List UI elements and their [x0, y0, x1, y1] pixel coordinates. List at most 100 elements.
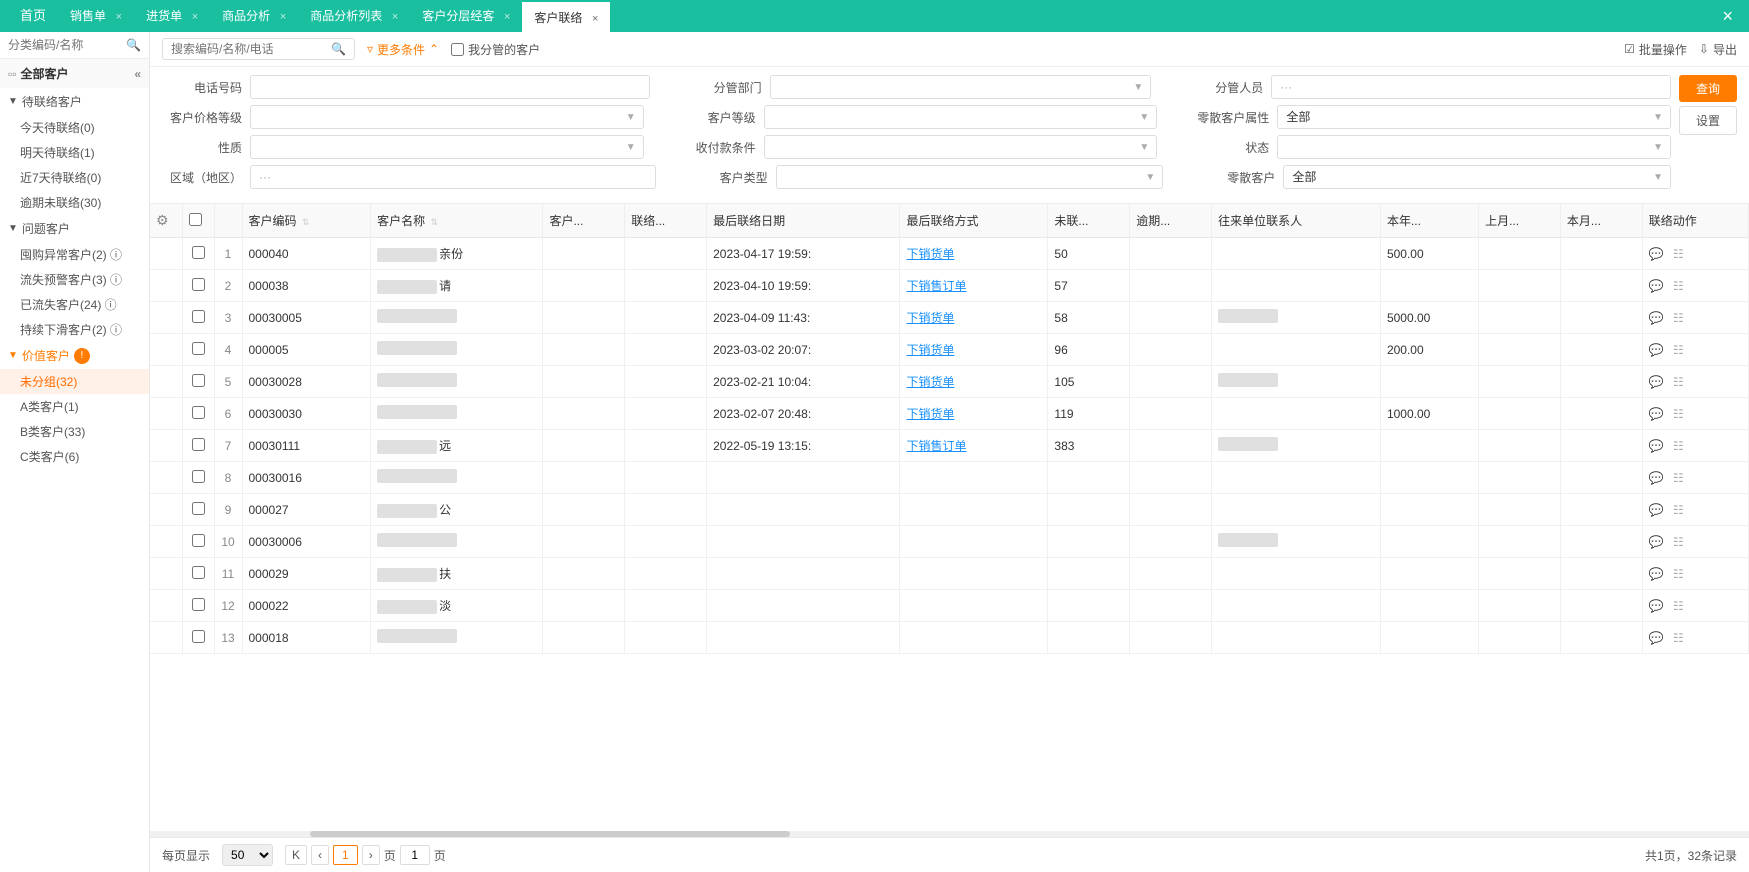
- sidebar-item-churned[interactable]: 已流失客户(24) ⓘ: [0, 292, 149, 317]
- close-tab-analysis-list-icon[interactable]: ×: [392, 11, 398, 23]
- batch-op-button[interactable]: ☑ 批量操作: [1624, 41, 1687, 58]
- nav-home[interactable]: 首页: [8, 0, 58, 32]
- phone-input[interactable]: [250, 75, 650, 99]
- more-conditions-button[interactable]: ▿ 更多条件 ⌃: [367, 41, 439, 58]
- nav-tab-purchase[interactable]: 进货单 ×: [134, 0, 210, 32]
- retail-attr-select[interactable]: 全部: [1277, 105, 1671, 129]
- window-close-button[interactable]: ×: [1714, 6, 1741, 27]
- row-checkbox[interactable]: [192, 470, 205, 483]
- sidebar-group-problem[interactable]: ▼ 问题客户: [0, 215, 149, 242]
- select-all-checkbox[interactable]: [189, 213, 202, 226]
- sidebar-item-overdue[interactable]: 逾期未联络(30): [0, 190, 149, 215]
- sidebar-item-today[interactable]: 今天待联络(0): [0, 115, 149, 140]
- close-tab-customer-segment-icon[interactable]: ×: [504, 11, 510, 23]
- my-customers-filter[interactable]: 我分管的客户: [451, 41, 540, 58]
- chat-icon[interactable]: 💬: [1649, 279, 1664, 293]
- reset-button[interactable]: 设置: [1679, 106, 1737, 135]
- chat-icon[interactable]: 💬: [1649, 599, 1664, 613]
- page-first-button[interactable]: K: [285, 845, 307, 865]
- sidebar-item-churn-warning[interactable]: 流失预警客户(3) ⓘ: [0, 267, 149, 292]
- nav-tab-sales[interactable]: 销售单 ×: [58, 0, 134, 32]
- payment-select[interactable]: [764, 135, 1158, 159]
- row-checkbox[interactable]: [192, 598, 205, 611]
- row-checkbox[interactable]: [192, 630, 205, 643]
- chat-icon[interactable]: 💬: [1649, 439, 1664, 453]
- close-tab-customer-contact-icon[interactable]: ×: [592, 13, 598, 25]
- cell-last-month: [1479, 590, 1561, 622]
- row-checkbox[interactable]: [192, 438, 205, 451]
- sidebar-group-value[interactable]: ▼ 价值客户 !: [0, 342, 149, 369]
- page-jump-input[interactable]: [400, 845, 430, 865]
- status-select[interactable]: [1277, 135, 1671, 159]
- row-checkbox[interactable]: [192, 278, 205, 291]
- export-button[interactable]: ⇩ 导出: [1699, 41, 1737, 58]
- nature-select[interactable]: [250, 135, 644, 159]
- my-customers-checkbox[interactable]: [451, 43, 464, 56]
- grid-action-icon[interactable]: ☷: [1673, 343, 1684, 357]
- chat-icon[interactable]: 💬: [1649, 567, 1664, 581]
- page-size-select[interactable]: 5020100: [222, 844, 273, 866]
- sidebar-item-class-a[interactable]: A类客户(1): [0, 394, 149, 419]
- chat-icon[interactable]: 💬: [1649, 503, 1664, 517]
- sidebar-all-customers[interactable]: ▫▫ 全部客户 «: [0, 59, 149, 88]
- search-input[interactable]: [171, 42, 331, 56]
- grid-action-icon[interactable]: ☷: [1673, 375, 1684, 389]
- row-checkbox[interactable]: [192, 566, 205, 579]
- row-checkbox[interactable]: [192, 246, 205, 259]
- grid-action-icon[interactable]: ☷: [1673, 503, 1684, 517]
- sidebar-item-7days[interactable]: 近7天待联络(0): [0, 165, 149, 190]
- grade-select[interactable]: [764, 105, 1158, 129]
- dept-select[interactable]: [770, 75, 1152, 99]
- cell-action: 💬 ☷: [1642, 238, 1748, 270]
- row-checkbox[interactable]: [192, 406, 205, 419]
- nav-tab-analysis-list[interactable]: 商品分析列表 ×: [298, 0, 410, 32]
- region-dots-button[interactable]: ···: [250, 165, 656, 189]
- chat-icon[interactable]: 💬: [1649, 375, 1664, 389]
- grid-action-icon[interactable]: ☷: [1673, 311, 1684, 325]
- page-next-button[interactable]: ›: [362, 845, 380, 865]
- chat-icon[interactable]: 💬: [1649, 311, 1664, 325]
- sidebar-search-input[interactable]: [8, 38, 122, 52]
- chat-icon[interactable]: 💬: [1649, 343, 1664, 357]
- grid-action-icon[interactable]: ☷: [1673, 279, 1684, 293]
- row-checkbox[interactable]: [192, 374, 205, 387]
- price-grade-select[interactable]: [250, 105, 644, 129]
- chat-icon[interactable]: 💬: [1649, 407, 1664, 421]
- grid-action-icon[interactable]: ☷: [1673, 471, 1684, 485]
- customer-type-select[interactable]: [776, 165, 1164, 189]
- grid-action-icon[interactable]: ☷: [1673, 567, 1684, 581]
- sidebar-item-class-c[interactable]: C类客户(6): [0, 444, 149, 469]
- person-dots-button[interactable]: ···: [1271, 75, 1671, 99]
- nav-tab-analysis[interactable]: 商品分析 ×: [210, 0, 298, 32]
- close-tab-sales-icon[interactable]: ×: [116, 11, 122, 23]
- grid-action-icon[interactable]: ☷: [1673, 599, 1684, 613]
- sidebar-item-hoarding[interactable]: 囤购异常客户(2) ⓘ: [0, 242, 149, 267]
- row-checkbox[interactable]: [192, 310, 205, 323]
- grid-action-icon[interactable]: ☷: [1673, 407, 1684, 421]
- grid-action-icon[interactable]: ☷: [1673, 439, 1684, 453]
- close-tab-purchase-icon[interactable]: ×: [192, 11, 198, 23]
- grid-action-icon[interactable]: ☷: [1673, 247, 1684, 261]
- retail-select[interactable]: 全部: [1283, 165, 1671, 189]
- row-checkbox[interactable]: [192, 534, 205, 547]
- nav-tab-customer-segment[interactable]: 客户分层经客 ×: [410, 0, 522, 32]
- row-checkbox[interactable]: [192, 502, 205, 515]
- horizontal-scrollbar[interactable]: [150, 831, 1749, 837]
- sidebar-item-declining[interactable]: 持续下滑客户(2) ⓘ: [0, 317, 149, 342]
- query-button[interactable]: 查询: [1679, 75, 1737, 102]
- row-checkbox[interactable]: [192, 342, 205, 355]
- close-tab-analysis-icon[interactable]: ×: [280, 11, 286, 23]
- sidebar-group-pending[interactable]: ▼ 待联络客户: [0, 88, 149, 115]
- sidebar-item-unclassified[interactable]: 未分组(32): [0, 369, 149, 394]
- nav-tab-customer-contact[interactable]: 客户联络 ×: [522, 0, 610, 32]
- page-prev-button[interactable]: ‹: [311, 845, 329, 865]
- sidebar-item-tomorrow[interactable]: 明天待联络(1): [0, 140, 149, 165]
- chat-icon[interactable]: 💬: [1649, 535, 1664, 549]
- chat-icon[interactable]: 💬: [1649, 631, 1664, 645]
- grid-action-icon[interactable]: ☷: [1673, 631, 1684, 645]
- chat-icon[interactable]: 💬: [1649, 247, 1664, 261]
- sidebar-item-class-b[interactable]: B类客户(33): [0, 419, 149, 444]
- grid-action-icon[interactable]: ☷: [1673, 535, 1684, 549]
- chat-icon[interactable]: 💬: [1649, 471, 1664, 485]
- settings-icon[interactable]: ⚙: [156, 212, 169, 228]
